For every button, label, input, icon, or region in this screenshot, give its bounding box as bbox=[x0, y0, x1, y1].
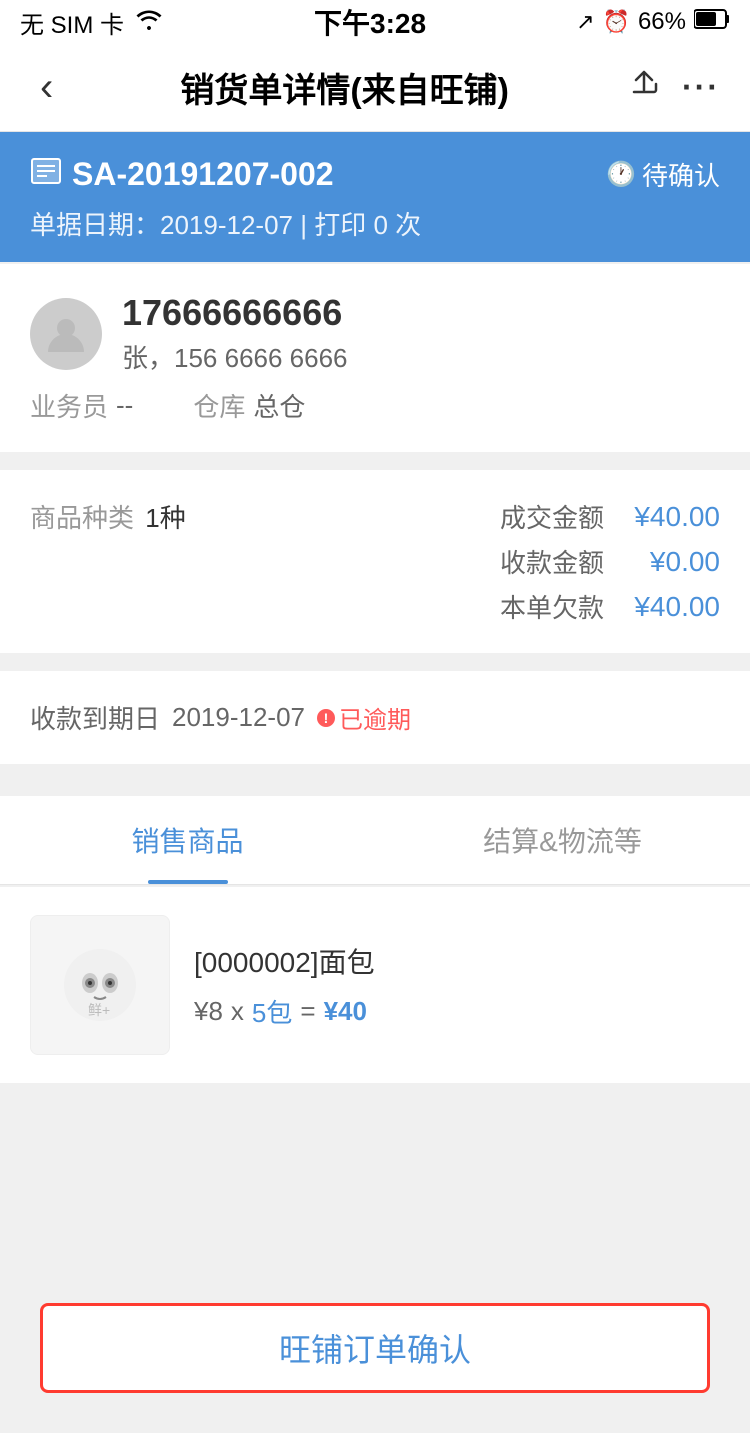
summary-card: 商品种类 1种 成交金额 ¥40.00 收款金额 ¥0.00 本单欠款 ¥40.… bbox=[0, 470, 750, 653]
customer-avatar bbox=[30, 298, 102, 370]
order-header: SA-20191207-002 🕐 待确认 单据日期：2019-12-07 | … bbox=[0, 132, 750, 262]
order-id: SA-20191207-002 bbox=[30, 156, 334, 193]
battery-text: 66% bbox=[638, 8, 686, 36]
svg-text:鲜+: 鲜+ bbox=[88, 1002, 110, 1018]
page-title: 销货单详情(来自旺铺) bbox=[180, 63, 509, 112]
alarm-icon: ⏰ bbox=[603, 9, 630, 35]
salesperson-field: 业务员 -- bbox=[30, 387, 133, 424]
empty-area bbox=[0, 1083, 750, 1283]
amount-info: 成交金额 ¥40.00 收款金额 ¥0.00 本单欠款 ¥40.00 bbox=[500, 498, 720, 625]
customer-info: 17666666666 张，156 6666 6666 bbox=[122, 292, 348, 375]
warehouse-field: 仓库 总仓 bbox=[193, 387, 305, 424]
product-price-row: ¥8 x 5包 = ¥40 bbox=[194, 993, 720, 1030]
divider-1 bbox=[0, 454, 750, 470]
confirm-order-button[interactable]: 旺铺订单确认 bbox=[40, 1303, 710, 1393]
balance-row: 本单欠款 ¥40.00 bbox=[500, 588, 720, 625]
location-icon: ↗ bbox=[576, 9, 594, 35]
due-date-value: 2019-12-07 bbox=[172, 702, 305, 733]
bottom-area: 旺铺订单确认 bbox=[0, 1283, 750, 1433]
due-date-label: 收款到期日 bbox=[30, 699, 160, 736]
tabs-container: 销售商品 结算&物流等 bbox=[0, 796, 750, 885]
overdue-badge: ! 已逾期 bbox=[317, 700, 411, 735]
product-name: [0000002]面包 bbox=[194, 941, 720, 981]
tab-sales-products[interactable]: 销售商品 bbox=[0, 796, 375, 884]
category-info: 商品种类 1种 bbox=[30, 498, 186, 535]
wifi-icon bbox=[134, 8, 164, 37]
tab-sales-label: 销售商品 bbox=[131, 820, 243, 860]
divider-2 bbox=[0, 655, 750, 671]
customer-card: 17666666666 张，156 6666 6666 业务员 -- 仓库 总仓 bbox=[0, 264, 750, 452]
product-price: ¥8 bbox=[194, 996, 223, 1027]
customer-name: 张，156 6666 6666 bbox=[122, 338, 348, 375]
transaction-row: 成交金额 ¥40.00 bbox=[500, 498, 720, 535]
back-button[interactable]: ‹ bbox=[30, 55, 63, 120]
order-meta: 单据日期：2019-12-07 | 打印 0 次 bbox=[30, 205, 720, 242]
product-total: ¥40 bbox=[324, 996, 367, 1027]
share-icon[interactable] bbox=[626, 66, 662, 110]
nav-bar: ‹ 销货单详情(来自旺铺) ··· bbox=[0, 44, 750, 132]
more-icon[interactable]: ··· bbox=[682, 69, 720, 106]
overdue-dot-icon: ! bbox=[317, 709, 335, 727]
clock-icon: 🕐 bbox=[606, 160, 636, 189]
tab-active-indicator bbox=[148, 880, 228, 884]
status-right: ↗ ⏰ 66% bbox=[576, 8, 730, 36]
tab-settlement-label: 结算&物流等 bbox=[483, 820, 642, 860]
carrier-text: 无 SIM 卡 bbox=[20, 5, 124, 40]
order-icon bbox=[30, 157, 62, 192]
status-left: 无 SIM 卡 bbox=[20, 5, 164, 40]
product-info: [0000002]面包 ¥8 x 5包 = ¥40 bbox=[194, 941, 720, 1030]
product-image: 鲜+ bbox=[30, 915, 170, 1055]
confirm-button-text: 旺铺订单确认 bbox=[279, 1325, 471, 1371]
divider-3 bbox=[0, 780, 750, 796]
status-time: 下午3:28 bbox=[314, 2, 426, 42]
receipt-row: 收款金额 ¥0.00 bbox=[500, 543, 720, 580]
due-date-card: 收款到期日 2019-12-07 ! 已逾期 bbox=[0, 671, 750, 764]
battery-icon bbox=[694, 8, 730, 36]
tab-settlement[interactable]: 结算&物流等 bbox=[375, 796, 750, 884]
customer-phone: 17666666666 bbox=[122, 292, 348, 334]
product-qty: 5包 bbox=[252, 993, 292, 1030]
product-item: 鲜+ [0000002]面包 ¥8 x 5包 = ¥40 bbox=[0, 887, 750, 1083]
nav-actions: ··· bbox=[626, 66, 720, 110]
product-section: 鲜+ [0000002]面包 ¥8 x 5包 = ¥40 bbox=[0, 887, 750, 1083]
status-bar: 无 SIM 卡 下午3:28 ↗ ⏰ 66% bbox=[0, 0, 750, 44]
customer-meta: 业务员 -- 仓库 总仓 bbox=[30, 387, 720, 424]
order-status: 🕐 待确认 bbox=[606, 156, 720, 193]
